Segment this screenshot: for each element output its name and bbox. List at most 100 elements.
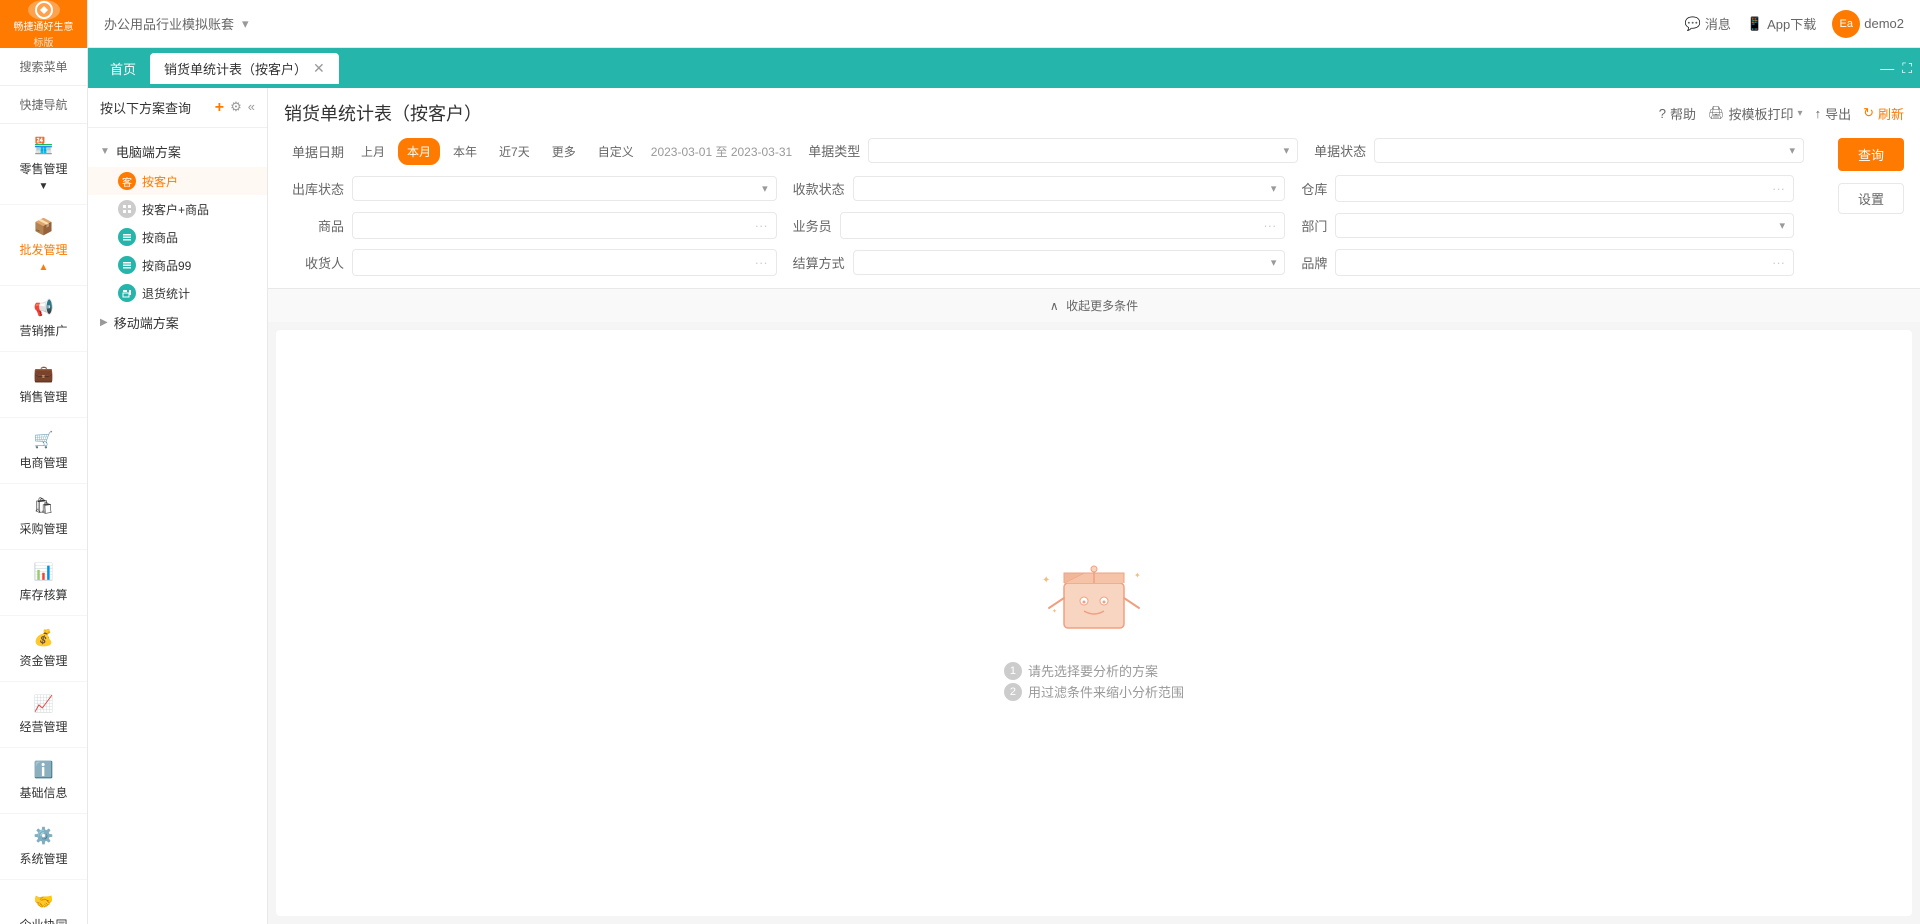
tree-child-returns[interactable]: 退货统计 xyxy=(88,279,267,307)
step2-num: 2 xyxy=(1004,683,1022,701)
sales-icon: 💼 xyxy=(34,364,54,384)
print-btn[interactable]: 🖨 按模板打印 ▾ xyxy=(1708,104,1803,123)
action-buttons: 查询 设置 xyxy=(1838,138,1904,214)
collapse-panel-btn[interactable]: « xyxy=(248,99,255,117)
system-icon: ⚙️ xyxy=(34,826,54,846)
svg-text:✦: ✦ xyxy=(1134,571,1141,580)
tree-parent-desktop[interactable]: ▼ 电脑端方案 xyxy=(88,136,267,167)
sidebar-item-label: 经营管理 xyxy=(19,718,67,735)
dropdown-icon[interactable]: ▾ xyxy=(242,16,249,32)
sidebar-item-purchase[interactable]: 🛍 采购管理 xyxy=(0,484,87,550)
date-btn-custom[interactable]: 自定义 xyxy=(589,138,643,165)
sidebar-item-label: 批发管理 xyxy=(19,241,67,258)
tree-child-by-goods[interactable]: 按商品 xyxy=(88,223,267,251)
settlement-input[interactable]: ▾ xyxy=(853,250,1286,275)
warehouse-label: 仓库 xyxy=(1301,179,1327,198)
print-arrow-icon: ▾ xyxy=(1798,108,1803,119)
settlement-label: 结算方式 xyxy=(793,253,845,272)
export-btn[interactable]: ↑ 导出 xyxy=(1815,104,1852,123)
operations-icon: 📈 xyxy=(34,694,54,714)
date-btn-more[interactable]: 更多 xyxy=(543,138,585,165)
sidebar-item-finance[interactable]: 💰 资金管理 xyxy=(0,616,87,682)
maximize-icon[interactable]: ⛶ xyxy=(1902,60,1912,77)
help-btn[interactable]: ? 帮助 xyxy=(1659,104,1696,123)
bill-type-input[interactable]: ▾ xyxy=(868,138,1298,163)
help-icon: ? xyxy=(1659,106,1666,121)
date-btn-last-7days[interactable]: 近7天 xyxy=(490,138,539,165)
quick-nav[interactable]: 快捷导航 xyxy=(0,86,87,124)
svg-text:✦: ✦ xyxy=(1052,608,1057,615)
bill-status-filter: 单据状态 ▾ xyxy=(1314,138,1804,163)
receiver-filter: 收货人 ··· xyxy=(284,249,777,276)
salesperson-input[interactable]: ··· xyxy=(840,212,1286,239)
goods-dots: ··· xyxy=(755,218,768,233)
left-panel: 按以下方案查询 + ⚙ « ▼ 电脑端方案 客 按客户 xyxy=(88,88,268,924)
tree-child-by-goods99[interactable]: 按商品99 xyxy=(88,251,267,279)
brand-input[interactable]: ··· xyxy=(1335,249,1794,276)
avatar: Ea xyxy=(1832,10,1860,38)
tree-child-by-customer[interactable]: 客 按客户 xyxy=(88,167,267,195)
title-actions: ? 帮助 🖨 按模板打印 ▾ ↑ 导出 ↻ 刷新 xyxy=(1659,104,1904,123)
message-btn[interactable]: 💬 消息 xyxy=(1685,14,1731,33)
department-input[interactable]: ▾ xyxy=(1335,213,1794,238)
svg-text:✦: ✦ xyxy=(1042,575,1050,586)
department-label: 部门 xyxy=(1301,216,1327,235)
empty-step-1: 1 请先选择要分析的方案 xyxy=(1004,661,1184,680)
collapse-bar[interactable]: ∧ 收起更多条件 xyxy=(268,288,1920,322)
header-left: 办公用品行业模拟账套 ▾ xyxy=(104,14,249,33)
brand-filter: 品牌 ··· xyxy=(1301,249,1794,276)
tree-parent-mobile[interactable]: ▶ 移动端方案 xyxy=(88,307,267,338)
sidebar-item-basic[interactable]: ℹ️ 基础信息 xyxy=(0,748,87,814)
marketing-icon: 📢 xyxy=(34,298,54,318)
filter-row-4: 收货人 ··· 结算方式 ▾ 品牌 xyxy=(284,249,1904,276)
add-scheme-btn[interactable]: + xyxy=(215,99,224,117)
sidebar-item-system[interactable]: ⚙️ 系统管理 xyxy=(0,814,87,880)
date-btn-this-year[interactable]: 本年 xyxy=(444,138,486,165)
minimize-icon[interactable]: — xyxy=(1880,60,1894,77)
tree-child-by-customer-goods[interactable]: 按客户+商品 xyxy=(88,195,267,223)
date-buttons: 上月 本月 本年 近7天 更多 自定义 xyxy=(352,138,643,165)
settings-scheme-btn[interactable]: ⚙ xyxy=(230,99,242,117)
empty-step-2: 2 用过滤条件来缩小分析范围 xyxy=(1004,682,1184,701)
receiver-input[interactable]: ··· xyxy=(352,249,777,276)
bill-status-input[interactable]: ▾ xyxy=(1374,138,1804,163)
out-status-input[interactable]: ▾ xyxy=(352,176,777,201)
export-icon: ↑ xyxy=(1815,106,1822,121)
date-btn-this-month[interactable]: 本月 xyxy=(398,138,440,165)
user-name: demo2 xyxy=(1864,16,1904,31)
out-status-label: 出库状态 xyxy=(284,179,344,198)
warehouse-dots: ··· xyxy=(1772,181,1785,196)
refresh-btn[interactable]: ↻ 刷新 xyxy=(1863,104,1904,123)
sidebar-item-inventory[interactable]: 📊 库存核算 xyxy=(0,550,87,616)
sidebar-item-operations[interactable]: 📈 经营管理 xyxy=(0,682,87,748)
tab-sales-stats[interactable]: 销货单统计表（按客户） ✕ xyxy=(150,53,339,84)
sidebar: 畅捷通好生意 标版 搜索菜单 快捷导航 🏪 零售管理 ▼ 📦 批发管理 ▲ 📢 … xyxy=(0,0,88,924)
tree-child-label: 按商品 xyxy=(142,229,178,246)
top-header: 办公用品行业模拟账套 ▾ 💬 消息 📱 App下载 Ea demo2 xyxy=(88,0,1920,48)
sidebar-item-enterprise[interactable]: 🤝 企业协同 xyxy=(0,880,87,924)
tab-home[interactable]: 首页 xyxy=(96,53,150,84)
out-status-filter: 出库状态 ▾ xyxy=(284,176,777,201)
sidebar-item-retail[interactable]: 🏪 零售管理 ▼ xyxy=(0,124,87,205)
app-download-btn[interactable]: 📱 App下载 xyxy=(1747,14,1816,33)
sidebar-item-marketing[interactable]: 📢 营销推广 xyxy=(0,286,87,352)
nav-items: 🏪 零售管理 ▼ 📦 批发管理 ▲ 📢 营销推广 💼 销售管理 🛒 电商管理 🛍… xyxy=(0,124,87,924)
user-profile[interactable]: Ea demo2 xyxy=(1832,10,1904,38)
enterprise-icon: 🤝 xyxy=(34,892,54,912)
department-filter: 部门 ▾ xyxy=(1301,213,1794,238)
receive-status-input[interactable]: ▾ xyxy=(853,176,1286,201)
sidebar-item-label: 零售管理 xyxy=(19,160,67,177)
sidebar-item-sales[interactable]: 💼 销售管理 xyxy=(0,352,87,418)
sidebar-item-ecommerce[interactable]: 🛒 电商管理 xyxy=(0,418,87,484)
empty-state: ✦ ✦ ✦ 1 请先选择要分析的方案 2 用过滤条件来缩小分析范围 xyxy=(276,330,1912,916)
bill-type-filter: 单据类型 ▾ xyxy=(808,138,1298,163)
query-button[interactable]: 查询 xyxy=(1838,138,1904,171)
goods-input[interactable]: ··· xyxy=(352,212,777,239)
search-menu[interactable]: 搜索菜单 xyxy=(0,48,87,86)
warehouse-input[interactable]: ··· xyxy=(1335,175,1794,202)
settings-button[interactable]: 设置 xyxy=(1838,183,1904,214)
tree-parent-label: 移动端方案 xyxy=(114,313,179,332)
sidebar-item-wholesale[interactable]: 📦 批发管理 ▲ xyxy=(0,205,87,286)
date-btn-last-month[interactable]: 上月 xyxy=(352,138,394,165)
tab-close-icon[interactable]: ✕ xyxy=(313,60,325,77)
